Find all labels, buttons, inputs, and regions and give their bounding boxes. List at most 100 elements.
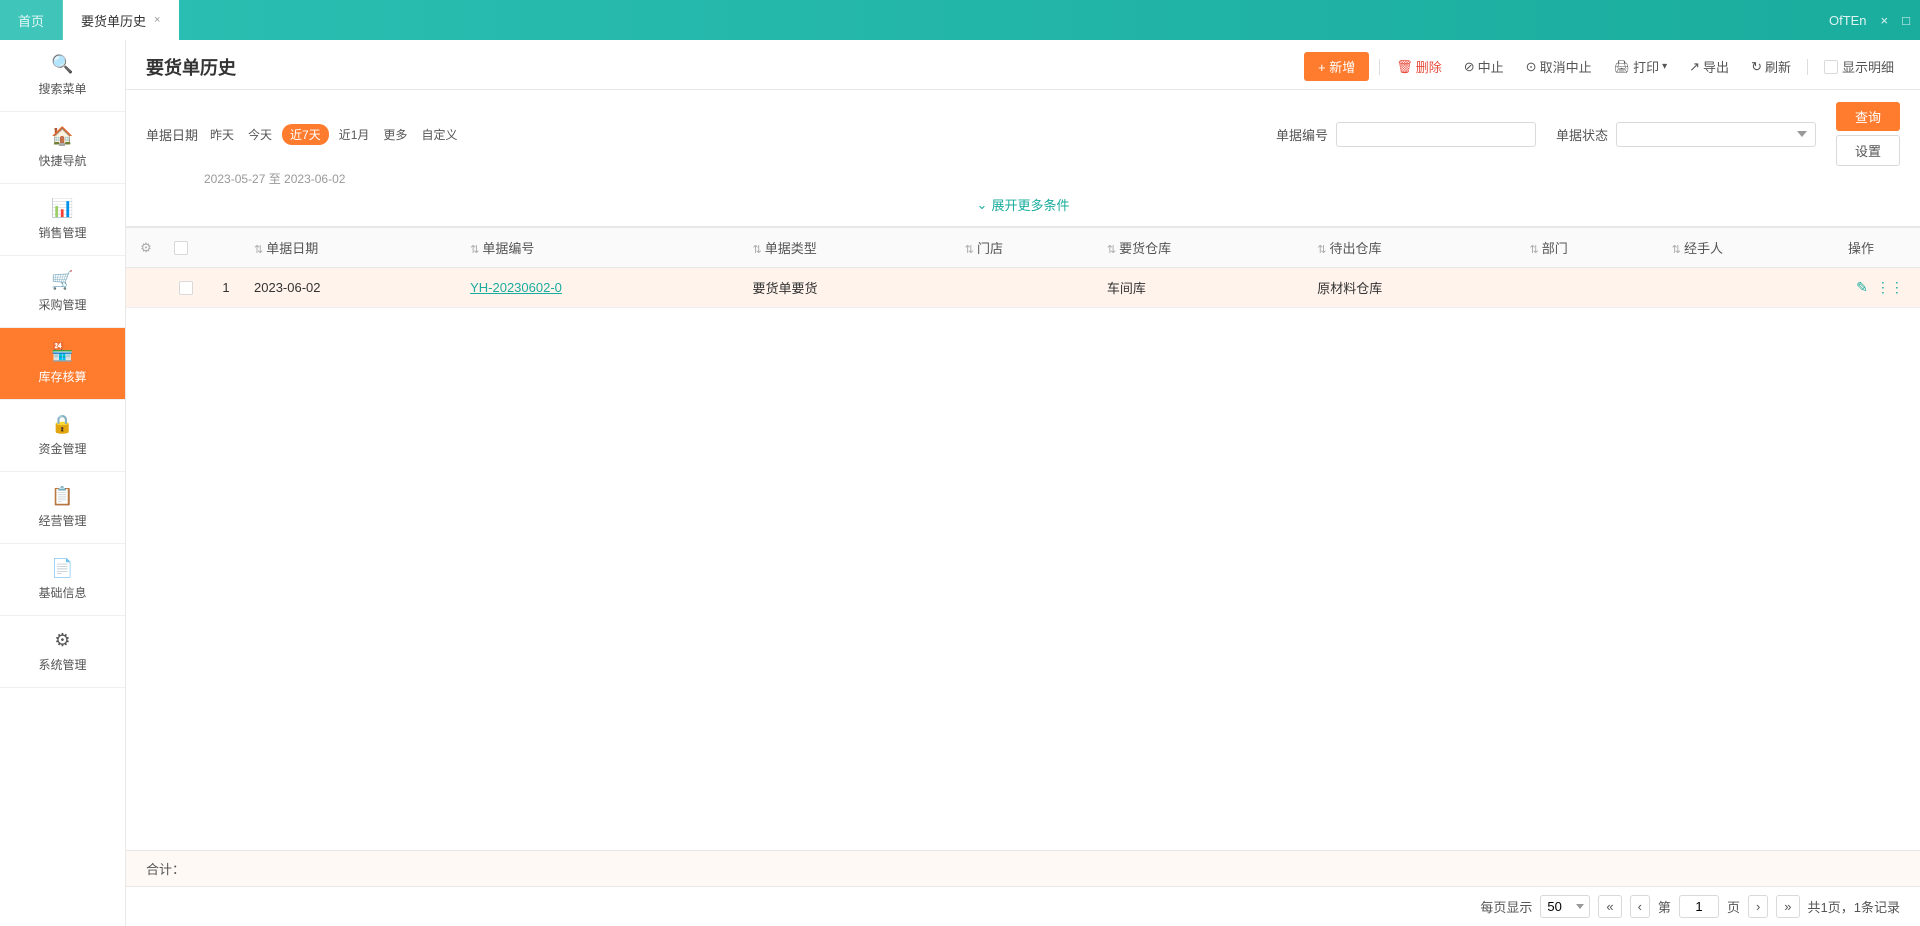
doc-no-input[interactable] bbox=[1336, 122, 1536, 147]
sidebar-item-finance-label: 资金管理 bbox=[38, 440, 86, 457]
purchase-icon: 🛒 bbox=[51, 270, 73, 291]
sales-icon: 📊 bbox=[51, 198, 73, 219]
tab-order-history[interactable]: 要货单历史 × bbox=[63, 0, 179, 40]
date-shortcut-yesterday[interactable]: 昨天 bbox=[206, 124, 238, 145]
pagination-bar: 每页显示 50 20 100 200 « ‹ 第 页 › » 共1页，1条记录 bbox=[126, 886, 1920, 926]
sidebar-item-inventory-label: 库存核算 bbox=[38, 368, 86, 385]
sidebar-item-operations[interactable]: 📋 经营管理 bbox=[0, 472, 125, 544]
new-button-label: + 新增 bbox=[1318, 57, 1355, 76]
th-doc-no[interactable]: 单据编号 bbox=[462, 228, 744, 268]
show-detail-label: 显示明细 bbox=[1842, 57, 1894, 76]
sidebar-item-system[interactable]: ⚙ 系统管理 bbox=[0, 616, 125, 688]
window-close-icon[interactable]: × bbox=[1881, 13, 1889, 28]
per-page-select[interactable]: 50 20 100 200 bbox=[1540, 895, 1590, 918]
jump-suffix-label: 页 bbox=[1727, 897, 1740, 916]
stop-button[interactable]: ⊘ 中止 bbox=[1458, 54, 1510, 79]
status-select[interactable] bbox=[1616, 122, 1816, 147]
row-handler-cell bbox=[1664, 268, 1840, 308]
date-range-text: 2023-05-27 至 2023-06-02 bbox=[204, 172, 345, 186]
filter-area: 单据日期 昨天 今天 近7天 近1月 更多 自定义 单据编号 bbox=[126, 90, 1920, 227]
sidebar-item-sales[interactable]: 📊 销售管理 bbox=[0, 184, 125, 256]
row-checkbox[interactable] bbox=[179, 281, 193, 295]
search-menu-icon: 🔍 bbox=[51, 54, 73, 75]
detail-checkbox-input[interactable] bbox=[1824, 60, 1838, 74]
data-table: ⚙ 单据日期 单据编号 单据类型 门店 要货仓库 待出仓库 部门 bbox=[126, 227, 1920, 308]
page-title: 要货单历史 bbox=[146, 54, 236, 80]
print-button[interactable]: 🖨 打印 ▾ bbox=[1608, 54, 1674, 79]
query-button-label: 查询 bbox=[1855, 110, 1881, 125]
query-button[interactable]: 查询 bbox=[1836, 102, 1900, 131]
prev-page-button[interactable]: ‹ bbox=[1630, 895, 1650, 918]
page-input[interactable] bbox=[1679, 895, 1719, 918]
print-dropdown-icon: ▾ bbox=[1662, 61, 1667, 72]
sidebar-item-purchase[interactable]: 🛒 采购管理 bbox=[0, 256, 125, 328]
row-more-icon[interactable]: ⋮⋮ bbox=[1876, 279, 1904, 296]
tab-order-history-label: 要货单历史 bbox=[81, 11, 146, 30]
quick-nav-icon: 🏠 bbox=[51, 126, 73, 147]
sidebar-item-quick-nav[interactable]: 🏠 快捷导航 bbox=[0, 112, 125, 184]
th-dept[interactable]: 部门 bbox=[1521, 228, 1663, 268]
th-handler[interactable]: 经手人 bbox=[1664, 228, 1840, 268]
last-page-button[interactable]: » bbox=[1776, 895, 1799, 918]
content: 要货单历史 + 新增 🗑 删除 ⊘ 中止 ⊙ 取消中止 bbox=[126, 40, 1920, 926]
cancel-stop-icon: ⊙ bbox=[1526, 59, 1537, 75]
chevron-down-icon: ⌄ bbox=[977, 197, 988, 213]
top-bar-right: OfTEn × □ bbox=[1829, 13, 1920, 28]
status-label: 单据状态 bbox=[1556, 125, 1608, 144]
delete-icon: 🗑 bbox=[1396, 59, 1413, 75]
print-icon: 🖨 bbox=[1614, 59, 1631, 75]
first-page-button[interactable]: « bbox=[1598, 895, 1621, 918]
setting-button[interactable]: 设置 bbox=[1836, 135, 1900, 166]
sidebar-item-search-menu[interactable]: 🔍 搜索菜单 bbox=[0, 40, 125, 112]
sidebar-item-basic-info[interactable]: 📄 基础信息 bbox=[0, 544, 125, 616]
show-detail-checkbox[interactable]: 显示明细 bbox=[1818, 54, 1900, 79]
window-maximize-icon[interactable]: □ bbox=[1902, 13, 1910, 28]
status-filter: 单据状态 bbox=[1556, 122, 1816, 147]
row-doc-type-cell: 要货单要货 bbox=[744, 268, 956, 308]
refresh-icon: ↻ bbox=[1751, 59, 1762, 75]
close-tab-icon[interactable]: × bbox=[154, 14, 160, 26]
sidebar-item-sales-label: 销售管理 bbox=[38, 224, 86, 241]
per-page-label: 每页显示 bbox=[1480, 897, 1532, 916]
date-shortcut-today[interactable]: 今天 bbox=[244, 124, 276, 145]
th-store[interactable]: 门店 bbox=[957, 228, 1099, 268]
system-icon: ⚙ bbox=[54, 630, 70, 651]
th-pending-warehouse[interactable]: 待出仓库 bbox=[1309, 228, 1521, 268]
sidebar-item-quick-nav-label: 快捷导航 bbox=[38, 152, 86, 169]
th-date[interactable]: 单据日期 bbox=[246, 228, 462, 268]
operations-icon: 📋 bbox=[51, 486, 73, 507]
date-shortcut-last-month[interactable]: 近1月 bbox=[335, 124, 374, 145]
export-button[interactable]: ↗ 导出 bbox=[1683, 54, 1735, 79]
refresh-button[interactable]: ↻ 刷新 bbox=[1745, 54, 1797, 79]
date-shortcuts: 昨天 今天 近7天 近1月 更多 自定义 bbox=[206, 124, 461, 145]
table-row: 1 2023-06-02 YH-20230602-0 要货单要货 车间库 原材料… bbox=[126, 268, 1920, 308]
new-button[interactable]: + 新增 bbox=[1304, 52, 1369, 81]
delete-button[interactable]: 🗑 删除 bbox=[1390, 54, 1448, 79]
cancel-stop-button[interactable]: ⊙ 取消中止 bbox=[1520, 54, 1598, 79]
doc-no-label: 单据编号 bbox=[1276, 125, 1328, 144]
tab-home[interactable]: 首页 bbox=[0, 0, 63, 40]
th-req-warehouse[interactable]: 要货仓库 bbox=[1099, 228, 1309, 268]
often-badge: OfTEn bbox=[1829, 13, 1867, 28]
th-doc-type[interactable]: 单据类型 bbox=[744, 228, 956, 268]
doc-no-link[interactable]: YH-20230602-0 bbox=[470, 280, 562, 295]
select-all-checkbox[interactable] bbox=[174, 241, 188, 255]
sidebar-item-inventory[interactable]: 🏪 库存核算 bbox=[0, 328, 125, 400]
export-button-label: 导出 bbox=[1703, 57, 1729, 76]
setting-button-label: 设置 bbox=[1855, 144, 1881, 159]
date-shortcut-custom[interactable]: 自定义 bbox=[417, 124, 461, 145]
stop-icon: ⊘ bbox=[1464, 59, 1475, 75]
doc-no-filter: 单据编号 bbox=[1276, 122, 1536, 147]
date-shortcut-more[interactable]: 更多 bbox=[379, 124, 411, 145]
delete-button-label: 删除 bbox=[1416, 57, 1442, 76]
sidebar-item-finance[interactable]: 🔒 资金管理 bbox=[0, 400, 125, 472]
expand-filter[interactable]: ⌄ 展开更多条件 bbox=[146, 191, 1900, 218]
row-edit-icon[interactable]: ✎ bbox=[1856, 279, 1868, 296]
next-page-button[interactable]: › bbox=[1748, 895, 1768, 918]
date-shortcut-last7[interactable]: 近7天 bbox=[282, 124, 329, 145]
table-settings-icon[interactable]: ⚙ bbox=[140, 240, 152, 256]
action-buttons: 查询 设置 bbox=[1836, 102, 1900, 166]
print-button-label: 打印 bbox=[1633, 57, 1659, 76]
table-body: 1 2023-06-02 YH-20230602-0 要货单要货 车间库 原材料… bbox=[126, 268, 1920, 308]
toolbar: + 新增 🗑 删除 ⊘ 中止 ⊙ 取消中止 🖨 打印 bbox=[1304, 52, 1900, 81]
